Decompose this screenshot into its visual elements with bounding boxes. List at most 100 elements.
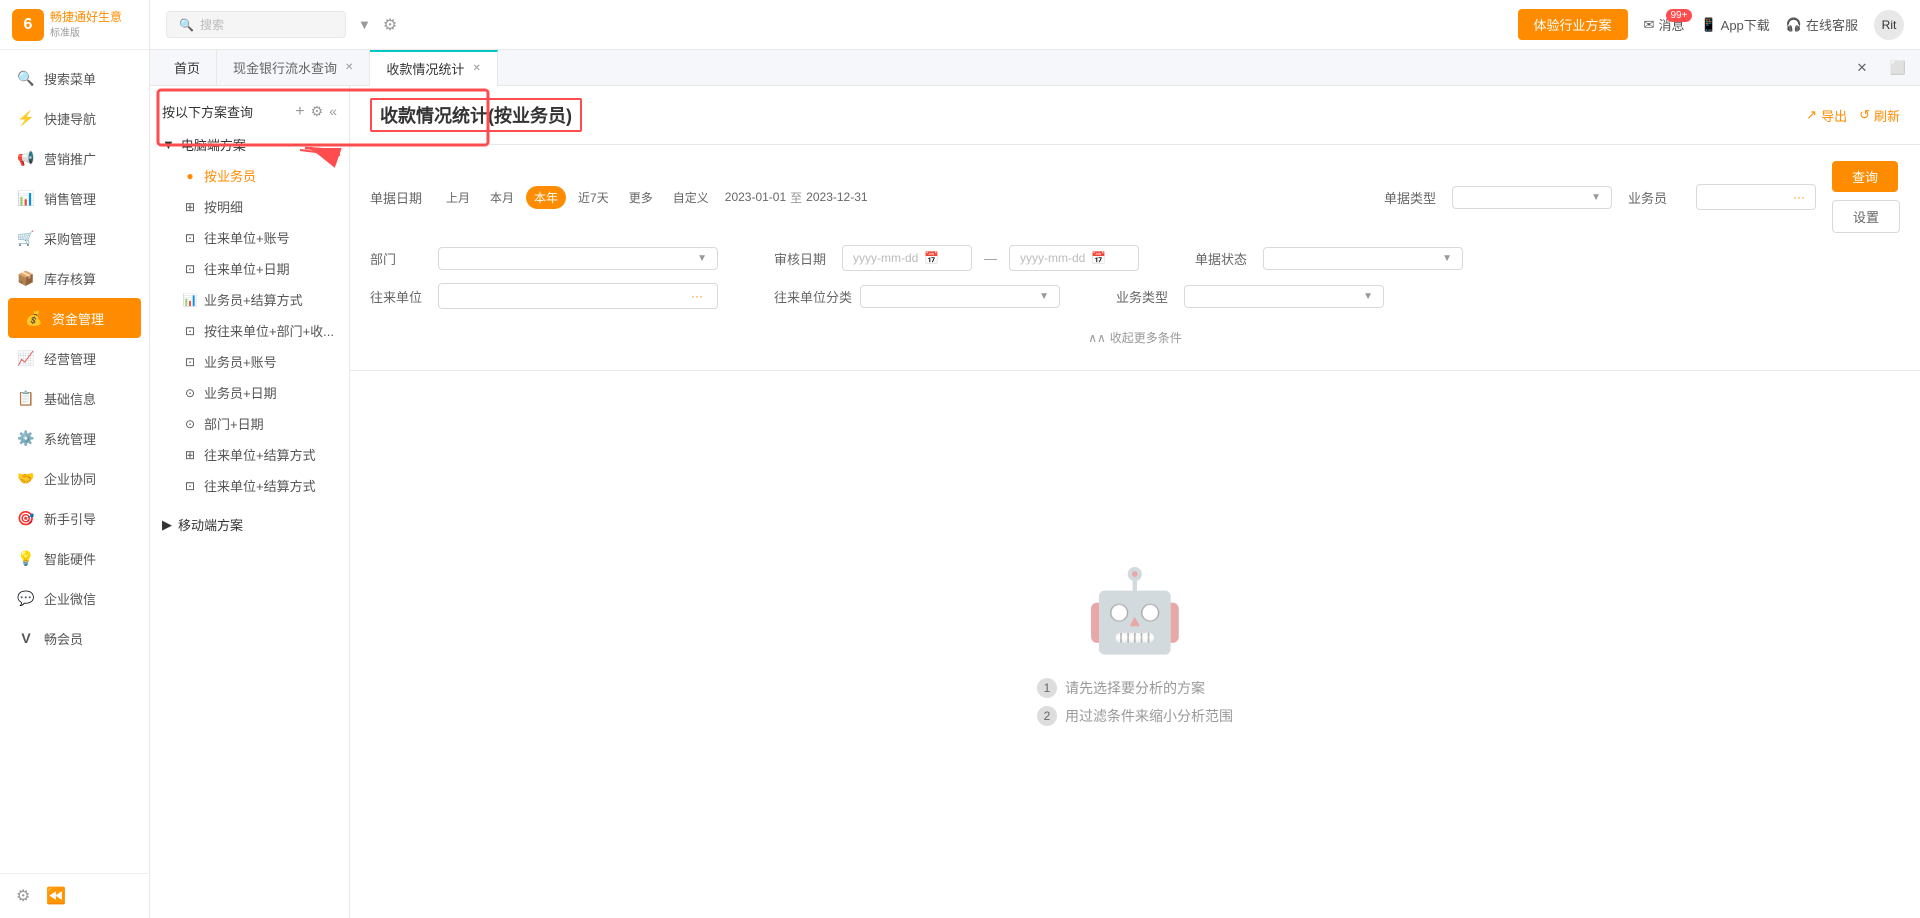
partner-more-btn[interactable]: ··· (691, 289, 703, 303)
system-icon: ⚙️ (16, 428, 36, 448)
collapse-filter-button[interactable]: ∧∧ 收起更多条件 (370, 321, 1900, 354)
sidebar-item-hardware[interactable]: 💡 智能硬件 (0, 538, 149, 578)
export-button[interactable]: ↗ 导出 (1806, 106, 1847, 125)
collapse-icon[interactable]: ⏪ (46, 886, 66, 906)
date-btn-custom[interactable]: 自定义 (665, 186, 717, 209)
tab-collection-stats-close[interactable]: ✕ (472, 63, 480, 74)
biz-type-select[interactable]: ▼ (1184, 285, 1384, 308)
scheme-item-partner-date[interactable]: ⊡ 往来单位+日期 (150, 253, 349, 284)
online-service-link[interactable]: 🎧 在线客服 (1786, 15, 1858, 34)
sidebar-item-operations[interactable]: 📈 经营管理 (0, 338, 149, 378)
window-maximize-btn[interactable]: ⬜ (1884, 54, 1912, 82)
service-icon: 🎧 (1786, 17, 1802, 33)
sidebar-item-search[interactable]: 🔍 搜索菜单 (0, 58, 149, 98)
tab-collection-stats[interactable]: 收款情况统计 ✕ (370, 50, 497, 86)
salesman-more-btn[interactable]: ··· (1793, 190, 1805, 204)
dept-date-icon: ⊙ (182, 416, 198, 432)
sidebar-item-quicknav[interactable]: ⚡ 快捷导航 (0, 98, 149, 138)
filter-settings-button[interactable]: 设置 (1832, 200, 1900, 233)
salesman-select[interactable]: ··· (1696, 184, 1816, 210)
refresh-button[interactable]: ↺ 刷新 (1859, 106, 1900, 125)
scheme-item-partner-dept[interactable]: ⊡ 按往来单位+部门+收... (150, 315, 349, 346)
doc-type-chevron: ▼ (1591, 192, 1601, 203)
sidebar-item-purchase[interactable]: 🛒 采购管理 (0, 218, 149, 258)
partner-dept-icon: ⊡ (182, 323, 198, 339)
date-btn-more[interactable]: 更多 (621, 186, 661, 209)
app-download-link[interactable]: 📱 App下载 (1700, 15, 1769, 34)
scheme-item-dept-date[interactable]: ⊙ 部门+日期 (150, 408, 349, 439)
topbar-right: 体验行业方案 ✉ 消息 99+ 📱 App下载 🎧 在线客服 Rit (1518, 9, 1904, 40)
window-close-btn[interactable]: ✕ (1848, 54, 1876, 82)
doc-status-select[interactable]: ▼ (1263, 247, 1463, 270)
topbar-gear-icon[interactable]: ⚙ (383, 15, 397, 35)
partner-category-select[interactable]: ▼ (860, 285, 1060, 308)
biz-type-filter: 业务类型 ▼ (1116, 285, 1384, 308)
scheme-add-icon[interactable]: + (295, 103, 304, 121)
scheme-item-salesman-settle[interactable]: 📊 业务员+结算方式 (150, 284, 349, 315)
partner-filter: 往来单位 ··· (370, 283, 718, 309)
date-quick-buttons: 上月 本月 本年 近7天 更多 自定义 (438, 186, 717, 209)
sidebar-item-collab[interactable]: 🤝 企业协同 (0, 458, 149, 498)
mobile-group-title[interactable]: ▶ 移动端方案 (150, 509, 349, 540)
dept-select[interactable]: ▼ (438, 247, 718, 270)
topbar-dropdown-icon[interactable]: ▼ (358, 17, 371, 32)
sales-icon: 📊 (16, 188, 36, 208)
review-start-input[interactable]: yyyy-mm-dd 📅 (842, 245, 972, 271)
partner-category-filter: 往来单位分类 ▼ (774, 285, 1060, 308)
partner-account-icon: ⊡ (182, 230, 198, 246)
review-date-label: 审核日期 (774, 249, 834, 268)
tabs-window-controls: ✕ ⬜ (1848, 54, 1912, 82)
marketing-icon: 📢 (16, 148, 36, 168)
date-btn-thismonth[interactable]: 本月 (482, 186, 522, 209)
scheme-collapse-icon[interactable]: « (329, 103, 337, 121)
user-avatar[interactable]: Rit (1874, 10, 1904, 40)
partner-select[interactable]: ··· (438, 283, 718, 309)
operations-icon: 📈 (16, 348, 36, 368)
query-button[interactable]: 查询 (1832, 161, 1898, 192)
sidebar-item-basic-info[interactable]: 📋 基础信息 (0, 378, 149, 418)
scheme-item-partner-account[interactable]: ⊡ 往来单位+账号 (150, 222, 349, 253)
scheme-item-salesman[interactable]: ● 按业务员 (150, 160, 349, 191)
active-scheme-icon: ● (182, 168, 198, 184)
trial-button[interactable]: 体验行业方案 (1518, 9, 1628, 40)
inventory-icon: 📦 (16, 268, 36, 288)
settings-icon[interactable]: ⚙ (16, 886, 30, 906)
partner-cat-chevron: ▼ (1039, 291, 1049, 302)
tab-bank-flow[interactable]: 现金银行流水查询 ✕ (217, 50, 370, 86)
sidebar-item-finance[interactable]: 💰 资金管理 (8, 298, 141, 338)
date-filter-label: 单据日期 (370, 188, 430, 207)
sidebar-item-guide[interactable]: 🎯 新手引导 (0, 498, 149, 538)
message-button[interactable]: ✉ 消息 99+ (1644, 15, 1685, 34)
sidebar-item-sales[interactable]: 📊 销售管理 (0, 178, 149, 218)
date-btn-7days[interactable]: 近7天 (570, 186, 617, 209)
sidebar-item-system[interactable]: ⚙️ 系统管理 (0, 418, 149, 458)
dept-filter: 部门 ▼ (370, 247, 718, 270)
logo-text: 畅捷通好生意 (50, 10, 122, 24)
sidebar: 6 畅捷通好生意 标准版 🔍 搜索菜单 ⚡ 快捷导航 📢 营销推广 📊 销售管理… (0, 0, 150, 918)
salesman-account-icon: ⊡ (182, 354, 198, 370)
scheme-item-salesman-date[interactable]: ⊙ 业务员+日期 (150, 377, 349, 408)
tab-bank-flow-close[interactable]: ✕ (345, 62, 353, 73)
sidebar-item-inventory[interactable]: 📦 库存核算 (0, 258, 149, 298)
tab-home[interactable]: 首页 (158, 50, 217, 86)
topbar-search-box[interactable]: 🔍 搜索 (166, 11, 346, 38)
sidebar-item-marketing[interactable]: 📢 营销推广 (0, 138, 149, 178)
topbar-search-icon: 🔍 (179, 18, 194, 32)
sidebar-item-member[interactable]: V 畅会员 (0, 618, 149, 658)
date-btn-lastmonth[interactable]: 上月 (438, 186, 478, 209)
desktop-group-title[interactable]: ▼ 电脑端方案 (150, 129, 349, 160)
doc-type-select[interactable]: ▼ (1452, 186, 1612, 209)
date-btn-thisyear[interactable]: 本年 (526, 186, 566, 209)
tip-num-2: 2 (1037, 706, 1057, 726)
scheme-item-partner-settle1[interactable]: ⊞ 往来单位+结算方式 (150, 439, 349, 470)
scheme-settings-icon[interactable]: ⚙ (311, 103, 324, 121)
review-end-input[interactable]: yyyy-mm-dd 📅 (1009, 245, 1139, 271)
scheme-item-detail[interactable]: ⊞ 按明细 (150, 191, 349, 222)
sidebar-item-wechat[interactable]: 💬 企业微信 (0, 578, 149, 618)
scheme-item-salesman-account[interactable]: ⊡ 业务员+账号 (150, 346, 349, 377)
salesman-date-icon: ⊙ (182, 385, 198, 401)
salesman-filter: 业务员 ··· (1628, 184, 1816, 210)
filter-area: 单据日期 上月 本月 本年 近7天 更多 自定义 2023-01-01 至 (350, 145, 1920, 371)
scheme-item-partner-settle2[interactable]: ⊡ 往来单位+结算方式 (150, 470, 349, 501)
mobile-scheme-group: ▶ 移动端方案 (150, 509, 349, 540)
